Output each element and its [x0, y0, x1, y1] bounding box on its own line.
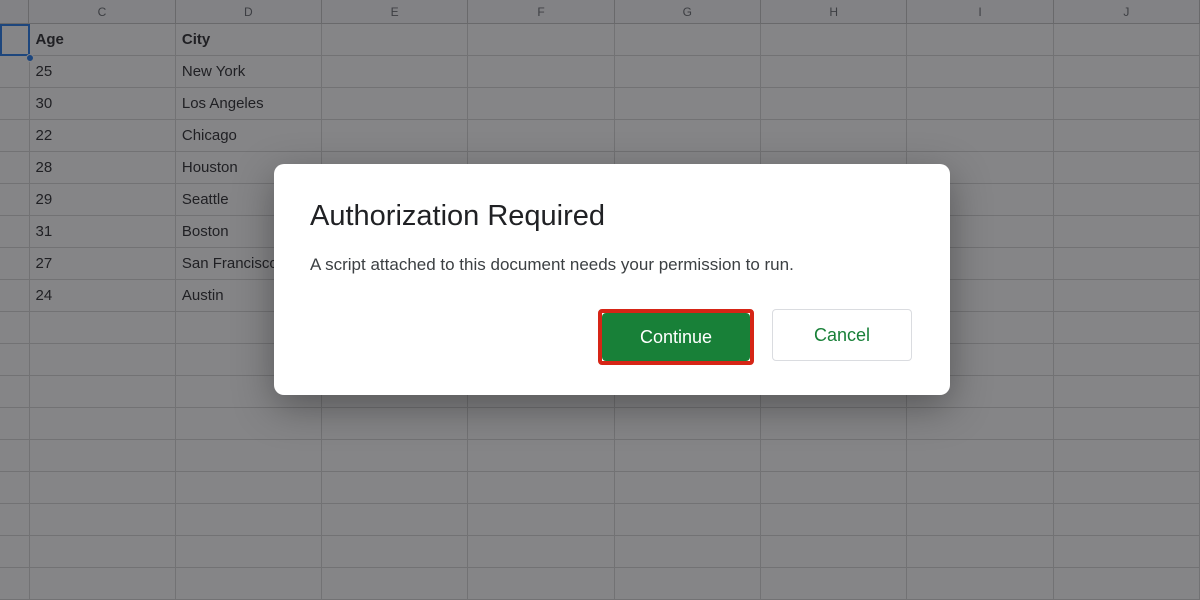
authorization-dialog: Authorization Required A script attached… — [274, 164, 950, 395]
continue-button[interactable]: Continue — [602, 313, 750, 361]
dialog-title: Authorization Required — [310, 200, 914, 233]
dialog-button-row: Continue Cancel — [310, 309, 914, 365]
continue-button-highlight: Continue — [598, 309, 754, 365]
cancel-button[interactable]: Cancel — [772, 309, 912, 361]
dialog-message: A script attached to this document needs… — [310, 255, 914, 275]
